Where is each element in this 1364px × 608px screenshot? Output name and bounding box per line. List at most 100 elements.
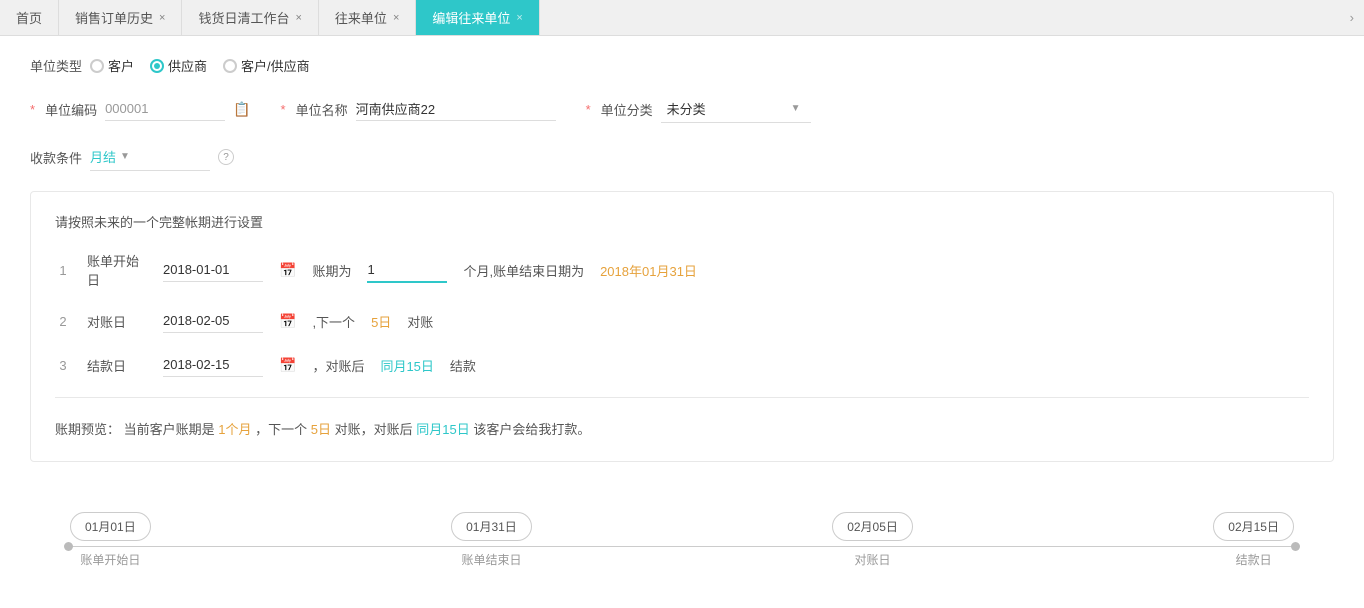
period-suffix-1: 个月,账单结束日期为 — [463, 261, 584, 280]
close-icon[interactable]: × — [295, 12, 301, 24]
radio-customer[interactable]: 客户 — [90, 56, 134, 75]
radio-label-customer: 客户 — [108, 56, 134, 75]
help-icon[interactable]: ? — [218, 149, 234, 165]
timeline-node-1: 01月31日 账单结束日 — [451, 512, 532, 568]
timeline-node-2: 02月05日 对账日 — [832, 512, 913, 568]
radio-circle-both — [223, 59, 237, 73]
tab-home-label: 首页 — [16, 8, 42, 27]
chevron-down-icon: ▼ — [791, 103, 801, 114]
required-star-name: * — [281, 102, 286, 117]
unit-category-value: 未分类 — [667, 99, 787, 118]
period-row-3: 3 结款日 📅 ，对账后 同月15日 结款 — [55, 353, 1309, 377]
preview-connector2: 对账，对账后 — [335, 422, 413, 437]
period-num-1: 1 — [55, 263, 71, 278]
period-reconcile-highlight: 5日 — [371, 312, 391, 331]
preview-part3: 同月15日 — [416, 422, 469, 437]
tab-cash-work-label: 钱货日清工作台 — [198, 8, 289, 27]
unit-category-select[interactable]: 未分类 ▼ — [661, 95, 811, 123]
calendar-icon-1[interactable]: 📅 — [279, 262, 296, 279]
unit-type-label: 单位类型 — [30, 56, 82, 75]
file-icon[interactable]: 📋 — [233, 101, 250, 118]
period-end-date: 2018年01月31日 — [600, 261, 697, 280]
period-suffix-3: 结款 — [450, 356, 476, 375]
required-star-category: * — [586, 102, 591, 117]
preview-prefix: 当前客户账期是 — [124, 422, 215, 437]
preview-text: 账期预览： 当前客户账期是 1个月 ，下一个 5日 对账，对账后 同月15日 该… — [55, 422, 590, 437]
timeline-container: 01月01日 账单开始日 01月31日 账单结束日 02月05日 对账日 02月… — [30, 512, 1334, 568]
tab-sales-history[interactable]: 销售订单历史 × — [59, 0, 182, 35]
unit-category-group: * 单位分类 未分类 ▼ — [586, 95, 811, 123]
radio-group: 客户 供应商 客户/供应商 — [90, 56, 310, 75]
radio-label-supplier: 供应商 — [168, 56, 207, 75]
tab-edit-partner[interactable]: 编辑往来单位 × — [416, 0, 539, 35]
unit-name-input[interactable] — [356, 97, 556, 121]
close-icon[interactable]: × — [516, 12, 522, 24]
period-suffix-2: 对账 — [407, 312, 433, 331]
preview-suffix: 该客户会给我打款。 — [473, 422, 590, 437]
unit-code-label: 单位编码 — [45, 100, 97, 119]
calendar-icon-2[interactable]: 📅 — [279, 313, 296, 330]
radio-supplier[interactable]: 供应商 — [150, 56, 207, 75]
period-label-1: 账单开始日 — [87, 251, 147, 289]
payment-terms-label: 收款条件 — [30, 148, 82, 167]
preview-label: 账期预览： — [55, 422, 120, 437]
start-date-input[interactable] — [163, 258, 263, 282]
unit-code-input[interactable] — [105, 97, 225, 121]
preview-part2: 5日 — [311, 422, 331, 437]
tab-home[interactable]: 首页 — [0, 0, 59, 35]
payment-terms-value: 月结 — [90, 147, 116, 166]
radio-label-both: 客户/供应商 — [241, 56, 310, 75]
period-section: 请按照未来的一个完整帐期进行设置 1 账单开始日 📅 账期为 个月,账单结束日期… — [30, 191, 1334, 462]
reconcile-date-input[interactable] — [163, 309, 263, 333]
node-badge-3: 02月15日 — [1213, 512, 1294, 541]
unit-type-row: 单位类型 客户 供应商 客户/供应商 — [30, 56, 1334, 75]
unit-type-group: 单位类型 客户 供应商 客户/供应商 — [30, 56, 310, 75]
timeline-nodes: 01月01日 账单开始日 01月31日 账单结束日 02月05日 对账日 02月… — [70, 512, 1294, 568]
tab-partner-units[interactable]: 往来单位 × — [319, 0, 416, 35]
unit-name-group: * 单位名称 — [281, 97, 556, 121]
node-badge-1: 01月31日 — [451, 512, 532, 541]
period-prefix-3: ，对账后 — [312, 356, 364, 375]
period-payment-highlight: 同月15日 — [380, 356, 433, 375]
radio-dot-supplier — [154, 63, 160, 69]
period-row-2: 2 对账日 📅 ,下一个 5日 对账 — [55, 309, 1309, 333]
timeline-node-0: 01月01日 账单开始日 — [70, 512, 151, 568]
payment-terms-select[interactable]: 月结 ▼ — [90, 143, 210, 171]
unit-name-label: 单位名称 — [296, 100, 348, 119]
node-label-1: 账单结束日 — [461, 551, 521, 568]
tab-partner-units-label: 往来单位 — [335, 8, 387, 27]
close-icon[interactable]: × — [159, 12, 165, 24]
period-label-2: 对账日 — [87, 312, 147, 331]
payment-terms-row: 收款条件 月结 ▼ ? — [30, 143, 1334, 171]
payment-date-input[interactable] — [163, 353, 263, 377]
node-label-0: 账单开始日 — [80, 551, 140, 568]
node-label-2: 对账日 — [855, 551, 891, 568]
preview-section: 账期预览： 当前客户账期是 1个月 ，下一个 5日 对账，对账后 同月15日 该… — [55, 397, 1309, 441]
timeline-node-3: 02月15日 结款日 — [1213, 512, 1294, 568]
calendar-icon-3[interactable]: 📅 — [279, 357, 296, 374]
period-months-input[interactable] — [367, 258, 447, 283]
chevron-down-icon: ▼ — [120, 151, 130, 162]
unit-info-row: * 单位编码 📋 * 单位名称 * 单位分类 未分类 ▼ — [30, 95, 1334, 123]
tabs-arrow[interactable]: › — [1340, 0, 1364, 35]
period-prefix-1: 账期为 — [312, 261, 351, 280]
period-label-3: 结款日 — [87, 356, 147, 375]
tab-sales-history-label: 销售订单历史 — [75, 8, 153, 27]
node-badge-0: 01月01日 — [70, 512, 151, 541]
unit-code-group: * 单位编码 📋 — [30, 97, 251, 121]
required-star-code: * — [30, 102, 35, 117]
chevron-right-icon: › — [1350, 10, 1354, 25]
period-prefix-2: ,下一个 — [312, 312, 355, 331]
preview-connector1: ，下一个 — [255, 422, 307, 437]
radio-circle-supplier — [150, 59, 164, 73]
close-icon[interactable]: × — [393, 12, 399, 24]
radio-both[interactable]: 客户/供应商 — [223, 56, 310, 75]
period-num-2: 2 — [55, 314, 71, 329]
tabs-bar: 首页 销售订单历史 × 钱货日清工作台 × 往来单位 × 编辑往来单位 × › — [0, 0, 1364, 36]
unit-category-label: 单位分类 — [601, 100, 653, 119]
tab-cash-work[interactable]: 钱货日清工作台 × — [182, 0, 318, 35]
node-badge-2: 02月05日 — [832, 512, 913, 541]
node-label-3: 结款日 — [1236, 551, 1272, 568]
period-row-1: 1 账单开始日 📅 账期为 个月,账单结束日期为 2018年01月31日 — [55, 251, 1309, 289]
main-content: 单位类型 客户 供应商 客户/供应商 — [0, 36, 1364, 608]
